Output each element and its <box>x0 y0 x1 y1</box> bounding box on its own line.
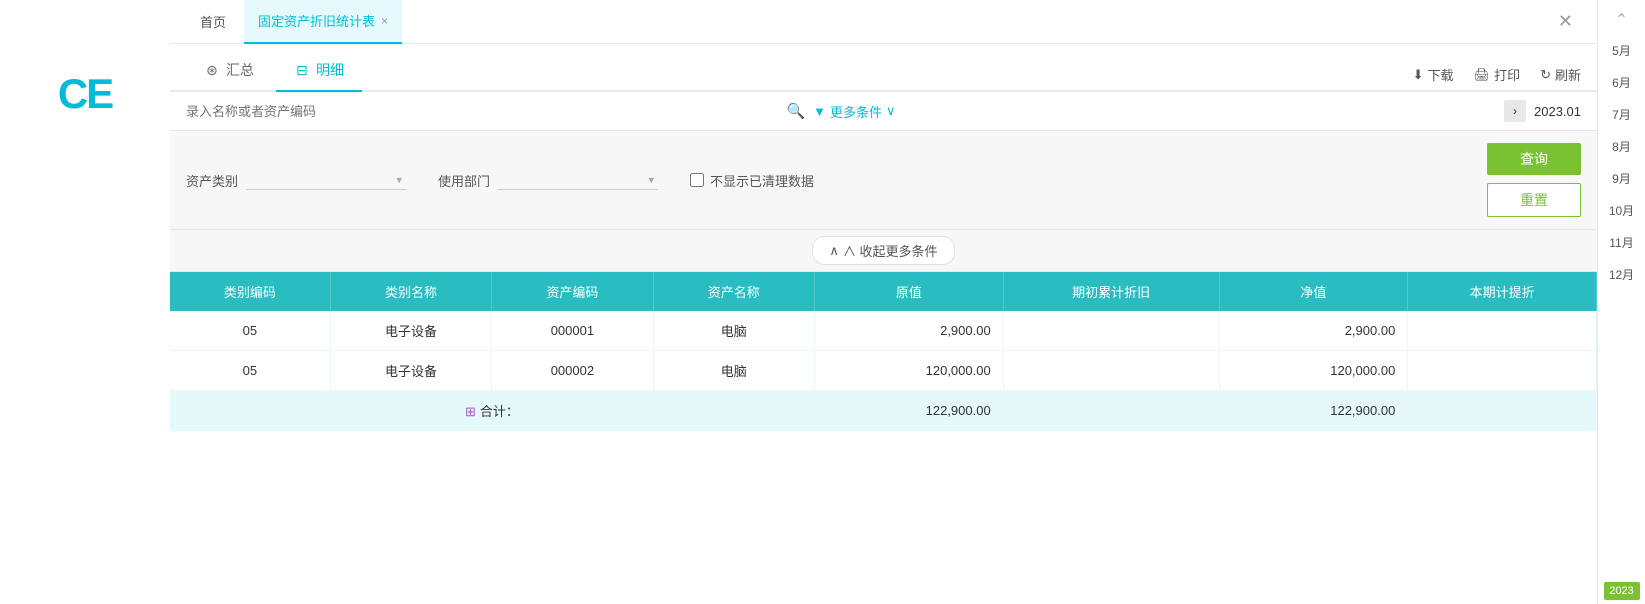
hide-cleared-wrap: 不显示已清理数据 <box>690 171 814 190</box>
table-total-row: ⊞合计： 122,900.00 122,900.00 <box>170 391 1597 431</box>
search-icon[interactable]: 🔍 <box>786 102 805 120</box>
cell-period-dep <box>1408 311 1597 351</box>
cell-asset-code: 000002 <box>492 351 653 391</box>
total-accumulated-dep <box>1003 391 1219 431</box>
col-header-category-code: 类别编码 <box>170 272 330 311</box>
active-tab-label: 固定资产折旧统计表 <box>258 11 375 30</box>
date-nav-arrow[interactable]: › <box>1504 100 1526 122</box>
department-select[interactable] <box>498 170 658 190</box>
asset-category-select[interactable] <box>246 170 406 190</box>
cell-asset-code: 000001 <box>492 311 653 351</box>
download-label: 下载 <box>1428 65 1454 84</box>
tab-summary[interactable]: ⊛ 汇总 <box>186 50 272 92</box>
month-item[interactable]: 8月 <box>1602 130 1642 162</box>
top-nav: 首页 固定资产折旧统计表 × ✕ <box>170 0 1597 44</box>
download-icon: ⬇ <box>1413 67 1424 83</box>
table-header-row: 类别编码 类别名称 资产编码 资产名称 原值 期初累计折旧 净值 本期计提折 <box>170 272 1597 311</box>
layers-icon: ⊛ <box>204 62 220 78</box>
total-period-dep <box>1408 391 1597 431</box>
search-input[interactable] <box>186 104 778 119</box>
month-item[interactable]: 7月 <box>1602 98 1642 130</box>
more-conditions-label: 更多条件 <box>830 102 882 121</box>
refresh-icon: ↻ <box>1540 67 1551 83</box>
hide-cleared-checkbox[interactable] <box>690 173 704 187</box>
main-area: 首页 固定资产折旧统计表 × ✕ ⊛ 汇总 ⊟ 明细 ⬇ 下载 🖨 打印 <box>170 0 1597 604</box>
total-original-value: 122,900.00 <box>814 391 1003 431</box>
cell-accumulated-dep <box>1003 311 1219 351</box>
department-field: 使用部门 <box>438 170 658 190</box>
asset-category-field: 资产类别 <box>186 170 406 190</box>
list-icon: ⊟ <box>294 62 310 78</box>
month-item[interactable]: 11月 <box>1602 226 1642 258</box>
toolbar-actions: ⬇ 下载 🖨 打印 ↻ 刷新 <box>1413 65 1581 90</box>
nav-tab-active[interactable]: 固定资产折旧统计表 × <box>244 0 402 44</box>
print-label: 打印 <box>1494 65 1520 84</box>
nav-tab-close-icon[interactable]: × <box>381 14 388 28</box>
nav-tab-home[interactable]: 首页 <box>186 0 240 44</box>
col-header-asset-code: 资产编码 <box>492 272 653 311</box>
tab-summary-label: 汇总 <box>226 60 254 80</box>
window-close-button[interactable]: ✕ <box>1550 7 1581 36</box>
department-label: 使用部门 <box>438 171 490 190</box>
print-icon: 🖨 <box>1474 67 1491 83</box>
month-item[interactable]: 5月 <box>1602 34 1642 66</box>
query-button[interactable]: 查询 <box>1487 143 1581 175</box>
year-badge: 2023 <box>1604 582 1640 600</box>
collapse-button[interactable]: ∧ ∧ 收起更多条件 <box>812 236 954 265</box>
col-header-net-value: 净值 <box>1219 272 1408 311</box>
cell-net-value: 120,000.00 <box>1219 351 1408 391</box>
cell-original-value: 120,000.00 <box>814 351 1003 391</box>
tab-bar: ⊛ 汇总 ⊟ 明细 ⬇ 下载 🖨 打印 ↻ 刷新 <box>170 44 1597 92</box>
month-item[interactable]: 6月 <box>1602 66 1642 98</box>
month-item[interactable]: 9月 <box>1602 162 1642 194</box>
table-row: 05 电子设备 000002 电脑 120,000.00 120,000.00 <box>170 351 1597 391</box>
total-label-cell: ⊞合计： <box>170 391 814 431</box>
refresh-label: 刷新 <box>1555 65 1581 84</box>
cell-category-name: 电子设备 <box>330 311 491 351</box>
cell-accumulated-dep <box>1003 351 1219 391</box>
cell-period-dep <box>1408 351 1597 391</box>
cell-asset-name: 电脑 <box>653 311 814 351</box>
col-header-asset-name: 资产名称 <box>653 272 814 311</box>
cell-category-code: 05 <box>170 351 330 391</box>
logo-area: CE <box>0 0 170 604</box>
filter-icon: ▼ <box>813 104 826 119</box>
month-item[interactable]: 10月 <box>1602 194 1642 226</box>
cell-net-value: 2,900.00 <box>1219 311 1408 351</box>
scroll-up-button[interactable]: ⌃ <box>1613 8 1630 32</box>
asset-category-label: 资产类别 <box>186 171 238 190</box>
filter-actions: 查询 重置 <box>1487 143 1581 217</box>
table-wrap: 类别编码 类别名称 资产编码 资产名称 原值 期初累计折旧 净值 本期计提折 0… <box>170 272 1597 604</box>
tab-detail[interactable]: ⊟ 明细 <box>276 50 362 92</box>
cell-original-value: 2,900.00 <box>814 311 1003 351</box>
total-net-value: 122,900.00 <box>1219 391 1408 431</box>
date-value: 2023.01 <box>1534 104 1581 119</box>
cell-category-name: 电子设备 <box>330 351 491 391</box>
logo: CE <box>40 60 130 128</box>
filter-row: 资产类别 使用部门 不显示已清理数据 查询 重置 <box>170 131 1597 230</box>
col-header-original-value: 原值 <box>814 272 1003 311</box>
chevron-down-icon: ∨ <box>886 103 896 119</box>
collapse-icon: ∧ <box>829 243 839 259</box>
col-header-accumulated-dep: 期初累计折旧 <box>1003 272 1219 311</box>
refresh-button[interactable]: ↻ 刷新 <box>1540 65 1581 84</box>
table-row: 05 电子设备 000001 电脑 2,900.00 2,900.00 <box>170 311 1597 351</box>
col-header-category-name: 类别名称 <box>330 272 491 311</box>
hide-cleared-label: 不显示已清理数据 <box>710 171 814 190</box>
tab-detail-label: 明细 <box>316 60 344 80</box>
collapse-label: ∧ 收起更多条件 <box>843 241 938 260</box>
reset-button[interactable]: 重置 <box>1487 183 1581 217</box>
search-bar: 🔍 ▼ 更多条件 ∨ › 2023.01 <box>170 92 1597 131</box>
download-button[interactable]: ⬇ 下载 <box>1413 65 1454 84</box>
collapse-row: ∧ ∧ 收起更多条件 <box>170 230 1597 272</box>
col-header-period-dep: 本期计提折 <box>1408 272 1597 311</box>
month-item[interactable]: 12月 <box>1602 258 1642 290</box>
cell-category-code: 05 <box>170 311 330 351</box>
right-panel: ⌃ 5月6月7月8月9月10月11月12月 2023 <box>1597 0 1645 604</box>
print-button[interactable]: 🖨 打印 <box>1474 65 1521 84</box>
more-conditions-button[interactable]: ▼ 更多条件 ∨ <box>813 102 895 121</box>
cell-asset-name: 电脑 <box>653 351 814 391</box>
main-table: 类别编码 类别名称 资产编码 资产名称 原值 期初累计折旧 净值 本期计提折 0… <box>170 272 1597 431</box>
total-icon: ⊞ <box>465 404 476 419</box>
